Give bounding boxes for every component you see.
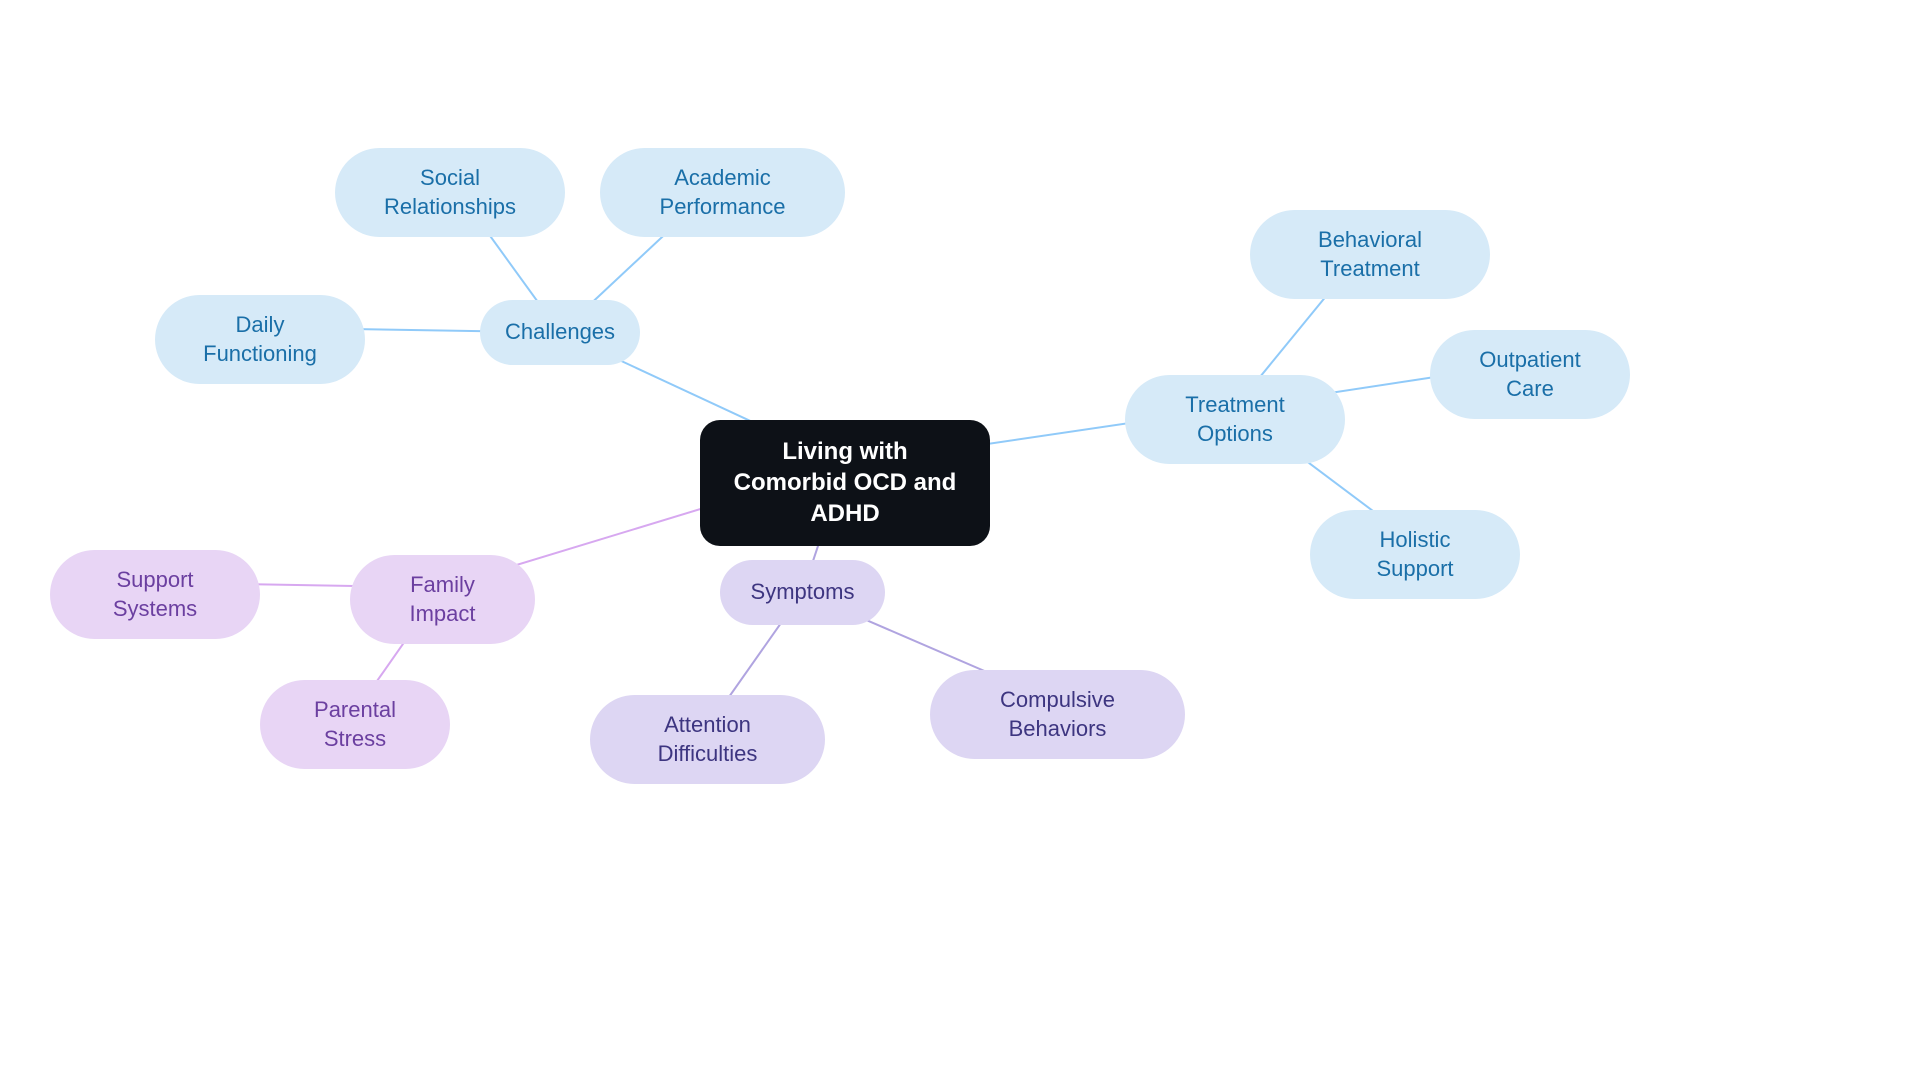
node-family-impact[interactable]: Family Impact — [350, 555, 535, 644]
mindmap-container: Living with Comorbid OCD and ADHD Challen… — [0, 0, 1920, 1083]
node-challenges[interactable]: Challenges — [480, 300, 640, 365]
node-parental-stress[interactable]: Parental Stress — [260, 680, 450, 769]
node-social-relationships[interactable]: Social Relationships — [335, 148, 565, 237]
node-compulsive-behaviors[interactable]: Compulsive Behaviors — [930, 670, 1185, 759]
node-holistic-support[interactable]: Holistic Support — [1310, 510, 1520, 599]
node-attention-difficulties[interactable]: Attention Difficulties — [590, 695, 825, 784]
node-treatment-options[interactable]: Treatment Options — [1125, 375, 1345, 464]
node-behavioral-treatment[interactable]: Behavioral Treatment — [1250, 210, 1490, 299]
node-symptoms[interactable]: Symptoms — [720, 560, 885, 625]
node-center[interactable]: Living with Comorbid OCD and ADHD — [700, 420, 990, 546]
node-daily-functioning[interactable]: Daily Functioning — [155, 295, 365, 384]
node-support-systems[interactable]: Support Systems — [50, 550, 260, 639]
node-outpatient-care[interactable]: Outpatient Care — [1430, 330, 1630, 419]
node-academic-performance[interactable]: Academic Performance — [600, 148, 845, 237]
